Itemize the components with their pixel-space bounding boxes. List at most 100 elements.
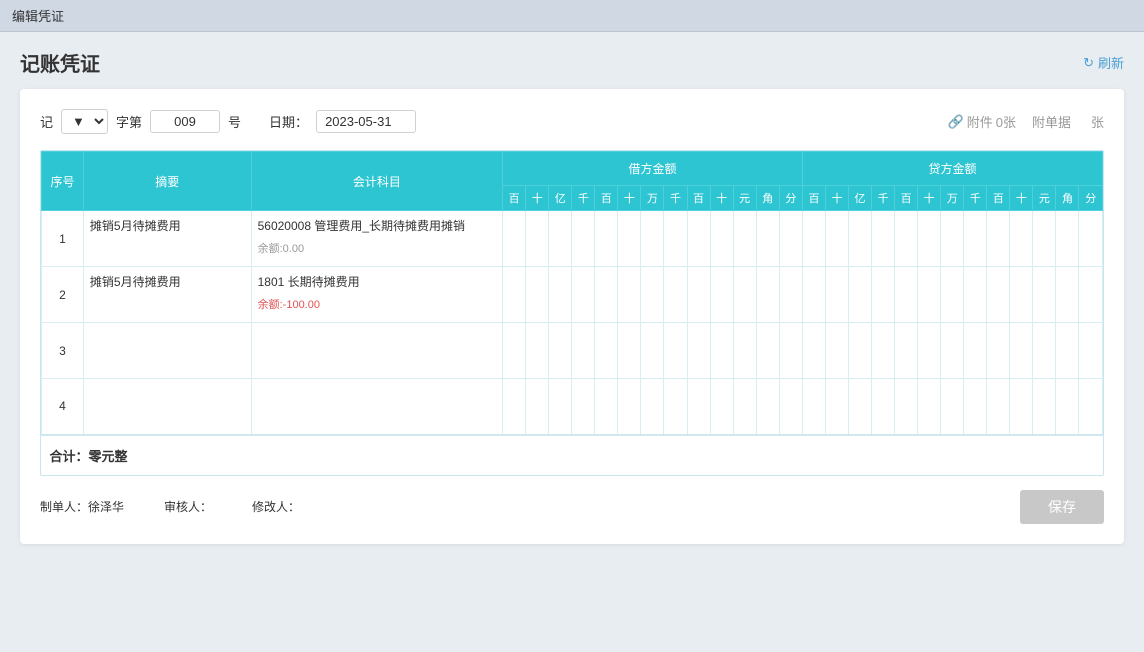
row-0-credit-8[interactable] [987,211,1010,267]
row-2-debit-5[interactable] [618,323,641,379]
row-3-debit-4[interactable] [595,379,618,435]
row-0-credit-11[interactable] [1056,211,1079,267]
row-0-credit-9[interactable] [1010,211,1033,267]
row-2-debit-9[interactable] [710,323,733,379]
row-0-debit-7[interactable] [664,211,687,267]
type-select[interactable]: ▼ [61,109,108,134]
row-1-credit-10[interactable] [1033,267,1056,323]
row-3-debit-6[interactable] [641,379,664,435]
row-2-credit-12[interactable] [1079,323,1103,379]
row-1-credit-4[interactable] [895,267,918,323]
row-2-credit-9[interactable] [1010,323,1033,379]
row-1-debit-3[interactable] [572,267,595,323]
row-1-debit-5[interactable] [618,267,641,323]
row-3-debit-5[interactable] [618,379,641,435]
row-account-3[interactable] [251,379,503,435]
row-3-debit-10[interactable] [733,379,756,435]
row-2-credit-8[interactable] [987,323,1010,379]
row-2-credit-6[interactable] [941,323,964,379]
row-2-debit-10[interactable] [733,323,756,379]
row-1-debit-0[interactable] [503,267,526,323]
row-1-debit-7[interactable] [664,267,687,323]
refresh-button[interactable]: ↻ 刷新 [1083,53,1124,72]
row-2-debit-11[interactable] [756,323,779,379]
row-0-credit-4[interactable] [895,211,918,267]
row-3-credit-12[interactable] [1079,379,1103,435]
row-3-credit-3[interactable] [872,379,895,435]
row-2-debit-2[interactable] [549,323,572,379]
row-0-credit-3[interactable] [872,211,895,267]
row-3-credit-8[interactable] [987,379,1010,435]
row-3-credit-1[interactable] [825,379,848,435]
row-1-debit-11[interactable] [756,267,779,323]
row-1-credit-9[interactable] [1010,267,1033,323]
row-2-debit-7[interactable] [664,323,687,379]
row-0-debit-5[interactable] [618,211,641,267]
row-1-debit-9[interactable] [710,267,733,323]
row-2-credit-5[interactable] [918,323,941,379]
row-3-credit-11[interactable] [1056,379,1079,435]
date-input[interactable] [316,110,416,133]
row-summary-1[interactable]: 摊销5月待摊费用 [83,267,251,323]
row-0-debit-11[interactable] [756,211,779,267]
row-2-debit-1[interactable] [526,323,549,379]
row-0-credit-12[interactable] [1079,211,1103,267]
row-0-debit-6[interactable] [641,211,664,267]
row-1-debit-12[interactable] [779,267,802,323]
row-1-debit-1[interactable] [526,267,549,323]
table-row[interactable]: 1摊销5月待摊费用56020008 管理费用_长期待摊费用摊销余额:0.00 [42,211,1103,267]
row-3-debit-7[interactable] [664,379,687,435]
row-1-credit-7[interactable] [964,267,987,323]
row-1-credit-1[interactable] [825,267,848,323]
row-1-debit-6[interactable] [641,267,664,323]
row-0-credit-1[interactable] [825,211,848,267]
row-3-credit-10[interactable] [1033,379,1056,435]
row-2-credit-10[interactable] [1033,323,1056,379]
row-1-credit-6[interactable] [941,267,964,323]
row-2-credit-11[interactable] [1056,323,1079,379]
row-0-debit-9[interactable] [710,211,733,267]
row-3-debit-0[interactable] [503,379,526,435]
row-summary-3[interactable] [83,379,251,435]
row-3-credit-7[interactable] [964,379,987,435]
row-0-debit-12[interactable] [779,211,802,267]
row-summary-2[interactable] [83,323,251,379]
row-0-debit-8[interactable] [687,211,710,267]
row-1-credit-11[interactable] [1056,267,1079,323]
row-1-credit-0[interactable] [802,267,825,323]
row-0-credit-6[interactable] [941,211,964,267]
row-3-credit-9[interactable] [1010,379,1033,435]
row-2-debit-0[interactable] [503,323,526,379]
table-row[interactable]: 4 [42,379,1103,435]
row-2-credit-1[interactable] [825,323,848,379]
row-3-debit-8[interactable] [687,379,710,435]
row-account-1[interactable]: 1801 长期待摊费用余额:-100.00 [251,267,503,323]
table-row[interactable]: 3 [42,323,1103,379]
row-0-debit-2[interactable] [549,211,572,267]
row-1-debit-2[interactable] [549,267,572,323]
voucher-number-input[interactable] [150,110,220,133]
row-3-debit-1[interactable] [526,379,549,435]
row-3-debit-9[interactable] [710,379,733,435]
row-0-debit-3[interactable] [572,211,595,267]
row-2-debit-6[interactable] [641,323,664,379]
row-2-credit-7[interactable] [964,323,987,379]
row-3-credit-2[interactable] [849,379,872,435]
row-0-debit-0[interactable] [503,211,526,267]
row-0-credit-7[interactable] [964,211,987,267]
row-summary-0[interactable]: 摊销5月待摊费用 [83,211,251,267]
row-2-debit-3[interactable] [572,323,595,379]
row-2-debit-12[interactable] [779,323,802,379]
row-1-credit-12[interactable] [1079,267,1103,323]
row-3-debit-12[interactable] [779,379,802,435]
row-1-credit-2[interactable] [849,267,872,323]
row-1-credit-5[interactable] [918,267,941,323]
row-account-2[interactable] [251,323,503,379]
row-1-credit-8[interactable] [987,267,1010,323]
row-2-debit-8[interactable] [687,323,710,379]
row-account-0[interactable]: 56020008 管理费用_长期待摊费用摊销余额:0.00 [251,211,503,267]
row-0-credit-10[interactable] [1033,211,1056,267]
row-0-credit-5[interactable] [918,211,941,267]
row-1-debit-8[interactable] [687,267,710,323]
row-2-debit-4[interactable] [595,323,618,379]
